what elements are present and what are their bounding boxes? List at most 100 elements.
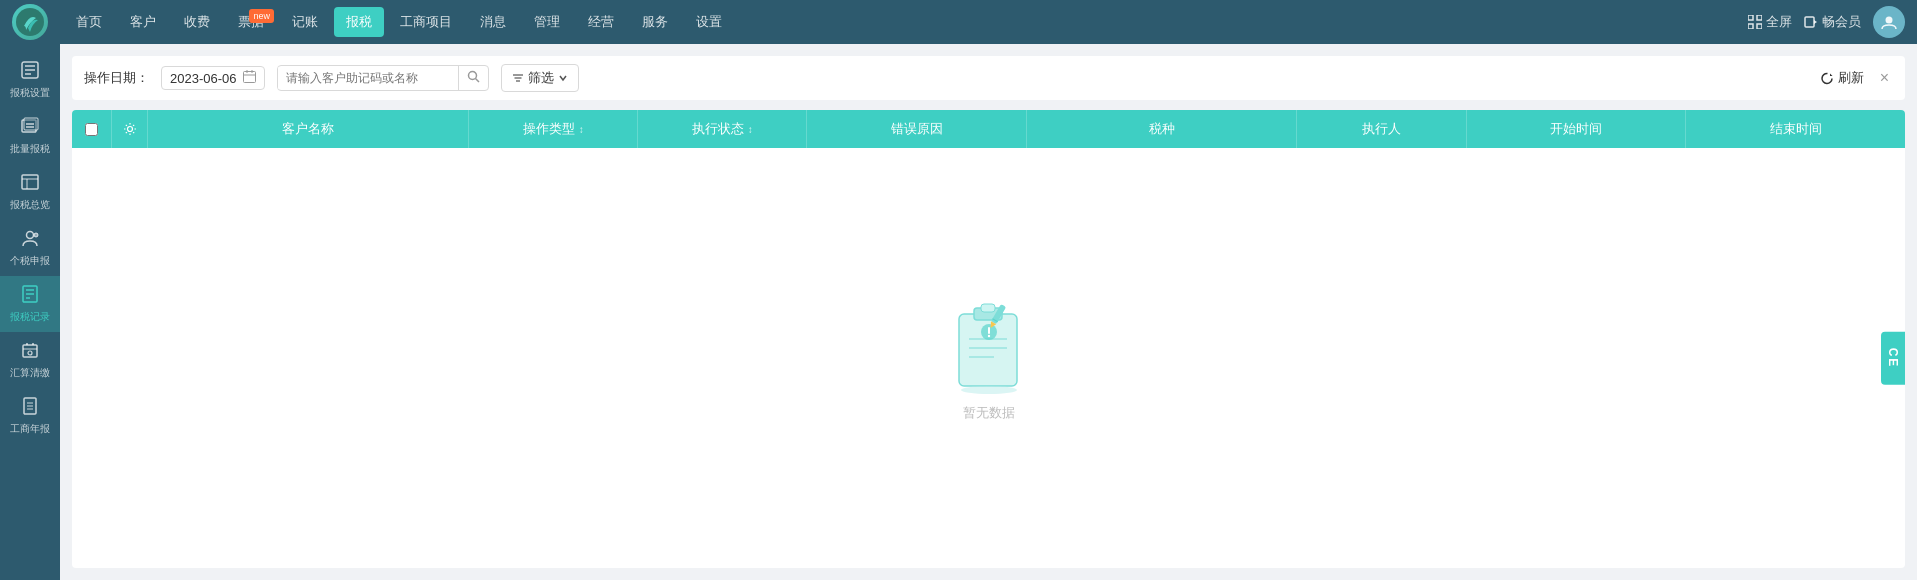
video-icon: [1804, 15, 1818, 29]
annual-report-icon: [20, 396, 40, 419]
filter-icon: [512, 72, 524, 84]
sort-icon-status: ↕: [748, 124, 753, 135]
svg-point-36: [468, 72, 476, 80]
th-tax-type: 税种: [1027, 110, 1297, 148]
svg-point-19: [27, 232, 34, 239]
sort-icon-op-type: ↕: [579, 124, 584, 135]
date-value: 2023-06-06: [170, 71, 237, 86]
nav-home[interactable]: 首页: [64, 7, 114, 37]
svg-rect-16: [22, 175, 38, 189]
th-status[interactable]: 执行状态 ↕: [638, 110, 807, 148]
empty-state: 暂无数据: [72, 148, 1905, 568]
nav-manage[interactable]: 管理: [522, 7, 572, 37]
refresh-label: 刷新: [1838, 69, 1864, 87]
sidebar-label-tax-settings: 报税设置: [10, 86, 50, 100]
table-body: 暂无数据 CE: [72, 148, 1905, 568]
personal-tax-icon: [20, 228, 40, 251]
th-settings[interactable]: [112, 110, 148, 148]
svg-point-54: [961, 386, 1017, 394]
refresh-button[interactable]: 刷新: [1821, 69, 1864, 87]
nav-fee[interactable]: 收费: [172, 7, 222, 37]
date-label: 操作日期：: [84, 69, 149, 87]
chevron-down-icon: [558, 73, 568, 83]
empty-illustration: [939, 294, 1039, 404]
sidebar-label-annual-report: 工商年报: [10, 422, 50, 436]
svg-rect-1: [1748, 15, 1753, 20]
svg-rect-32: [243, 72, 255, 83]
svg-rect-2: [1757, 15, 1762, 20]
sidebar-label-personal-tax: 个税申报: [10, 254, 50, 268]
search-box: [277, 65, 489, 91]
nav-service[interactable]: 服务: [630, 7, 680, 37]
nav-operation[interactable]: 经营: [576, 7, 626, 37]
toolbar: 操作日期： 2023-06-06: [72, 56, 1905, 100]
search-button[interactable]: [458, 66, 488, 90]
svg-rect-4: [1757, 24, 1762, 29]
date-picker[interactable]: 2023-06-06: [161, 66, 265, 90]
sidebar-item-batch-tax[interactable]: 批量报税: [0, 108, 60, 164]
search-icon: [467, 70, 480, 83]
filter-button[interactable]: 筛选: [501, 64, 579, 92]
svg-point-7: [1886, 17, 1893, 24]
svg-rect-44: [981, 304, 995, 312]
th-executor: 执行人: [1297, 110, 1466, 148]
sidebar-label-tax-record: 报税记录: [10, 310, 50, 324]
ce-badge: CE: [1881, 332, 1905, 385]
svg-point-20: [34, 233, 38, 237]
sidebar-label-tax-overview: 报税总览: [10, 198, 50, 212]
new-badge: new: [249, 9, 274, 23]
th-customer-name: 客户名称: [148, 110, 469, 148]
svg-line-37: [475, 79, 479, 83]
member-button[interactable]: 畅会员: [1804, 13, 1861, 31]
sidebar-item-tax-overview[interactable]: 报税总览: [0, 164, 60, 220]
sidebar-item-settlement[interactable]: 汇算清缴: [0, 332, 60, 388]
nav-customer[interactable]: 客户: [118, 7, 168, 37]
svg-marker-6: [1814, 20, 1817, 24]
svg-point-50: [987, 335, 989, 337]
empty-text: 暂无数据: [963, 404, 1015, 422]
sidebar-item-tax-record[interactable]: 报税记录: [0, 276, 60, 332]
th-error-reason: 错误原因: [807, 110, 1027, 148]
nav-invoice[interactable]: 票据 new: [226, 7, 276, 37]
sidebar-label-batch-tax: 批量报税: [10, 142, 50, 156]
top-navigation: 首页 客户 收费 票据 new 记账 报税 工商项目 消息 管理 经营 服务 设…: [0, 0, 1917, 44]
table-header: 客户名称 操作类型 ↕ 执行状态 ↕ 错误原因 税种 执行人 开始时间 结束时间: [72, 110, 1905, 148]
svg-point-27: [28, 351, 32, 355]
settlement-icon: [20, 340, 40, 363]
sidebar-label-settlement: 汇算清缴: [10, 366, 50, 380]
nav-menu: 首页 客户 收费 票据 new 记账 报税 工商项目 消息 管理 经营 服务 设…: [64, 7, 1748, 37]
tax-record-icon: [20, 284, 40, 307]
svg-rect-3: [1748, 24, 1753, 29]
nav-message[interactable]: 消息: [468, 7, 518, 37]
select-all-checkbox[interactable]: [85, 123, 98, 136]
settings-icon: [123, 122, 137, 136]
svg-rect-5: [1805, 17, 1814, 27]
fullscreen-button[interactable]: 全屏: [1748, 13, 1792, 31]
content-area: 操作日期： 2023-06-06: [60, 44, 1917, 580]
fullscreen-icon: [1748, 15, 1762, 29]
sidebar-item-annual-report[interactable]: 工商年报: [0, 388, 60, 444]
th-end-time: 结束时间: [1686, 110, 1905, 148]
th-start-time: 开始时间: [1467, 110, 1687, 148]
nav-account[interactable]: 记账: [280, 7, 330, 37]
nav-business[interactable]: 工商项目: [388, 7, 464, 37]
close-button[interactable]: ×: [1876, 69, 1893, 87]
filter-label: 筛选: [528, 69, 554, 87]
th-op-type[interactable]: 操作类型 ↕: [469, 110, 638, 148]
sidebar-item-tax-settings[interactable]: 报税设置: [0, 52, 60, 108]
app-logo: [12, 4, 48, 40]
tax-overview-icon: [20, 172, 40, 195]
sidebar: 报税设置 批量报税 报税总览: [0, 44, 60, 580]
nav-settings[interactable]: 设置: [684, 7, 734, 37]
svg-point-41: [127, 127, 132, 132]
batch-tax-icon: [20, 116, 40, 139]
nav-tax[interactable]: 报税: [334, 7, 384, 37]
sidebar-item-personal-tax[interactable]: 个税申报: [0, 220, 60, 276]
top-nav-right: 全屏 畅会员: [1748, 6, 1905, 38]
user-icon: [1880, 13, 1898, 31]
refresh-icon: [1821, 72, 1834, 85]
search-input[interactable]: [278, 67, 458, 89]
avatar[interactable]: [1873, 6, 1905, 38]
th-checkbox[interactable]: [72, 110, 112, 148]
main-layout: 报税设置 批量报税 报税总览: [0, 44, 1917, 580]
